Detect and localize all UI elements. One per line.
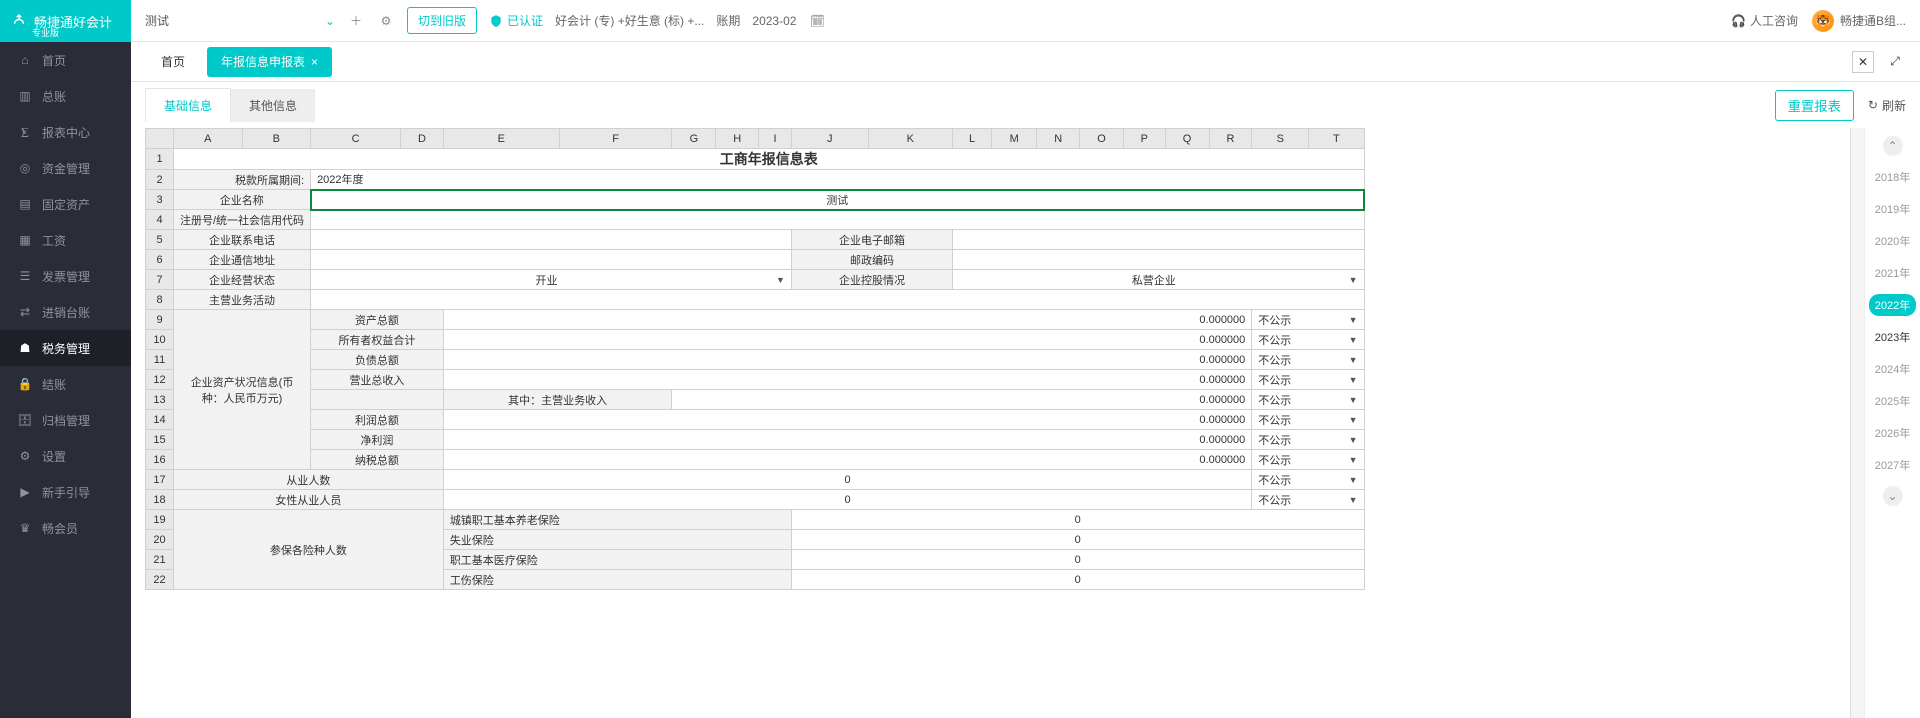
product-name: 好会计 (专) +好生意 (标) +... — [555, 12, 704, 29]
home-icon: ⌂ — [18, 53, 32, 67]
spreadsheet[interactable]: A B C DE FG HI JK LM NO PQ RS T 1工商年报信息表 — [131, 128, 1850, 718]
assets-icon: ▤ — [18, 197, 32, 211]
year-2027[interactable]: 2027年 — [1869, 454, 1916, 476]
inventory-icon: ⇄ — [18, 305, 32, 319]
chevron-down-icon: ▼ — [776, 275, 785, 285]
lock-icon: 🔒 — [18, 377, 32, 391]
page-tabs: 首页 年报信息申报表 × ✕ ⤢ — [131, 42, 1920, 82]
nav-reports[interactable]: ⨊报表中心 — [0, 114, 131, 150]
guide-icon: ▶ — [18, 485, 32, 499]
chart-icon: ⨊ — [18, 125, 32, 139]
switch-old-button[interactable]: 切到旧版 — [407, 7, 477, 34]
settings-top-icon[interactable]: ⚙ — [377, 12, 395, 30]
close-all-icon[interactable]: ✕ — [1852, 51, 1874, 73]
year-2025[interactable]: 2025年 — [1869, 390, 1916, 412]
company-selector[interactable]: 测试 ⌄ — [145, 12, 335, 29]
tax-icon: ☗ — [18, 341, 32, 355]
user-menu[interactable]: 🐯畅捷通B组... — [1812, 10, 1906, 32]
topbar: 测试 ⌄ ＋ ⚙ 切到旧版 已认证 好会计 (专) +好生意 (标) +... … — [131, 0, 1920, 42]
tab-home[interactable]: 首页 — [145, 53, 201, 70]
nav-guide[interactable]: ▶新手引导 — [0, 474, 131, 510]
nav-archive[interactable]: 🗄归档管理 — [0, 402, 131, 438]
year-up-icon[interactable]: ⌃ — [1883, 136, 1903, 156]
nav-member[interactable]: ♛畅会员 — [0, 510, 131, 546]
calendar-icon[interactable]: 🗓 — [808, 12, 826, 30]
fullscreen-icon[interactable]: ⤢ — [1884, 51, 1906, 73]
period-value[interactable]: 2023-02 — [752, 14, 796, 28]
sidebar: 畅捷通好会计 专业版 ⌂首页 ▥总账 ⨊报表中心 ◎资金管理 ▤固定资产 ▦工资… — [0, 0, 131, 718]
subtab-basic[interactable]: 基础信息 — [145, 88, 231, 122]
year-2020[interactable]: 2020年 — [1869, 230, 1916, 252]
vertical-scrollbar[interactable] — [1850, 128, 1864, 718]
year-2023[interactable]: 2023年 — [1869, 326, 1916, 348]
year-selector: ⌃ 2018年 2019年 2020年 2021年 2022年 2023年 20… — [1864, 128, 1920, 718]
close-tab-icon[interactable]: × — [311, 55, 318, 69]
nav-close[interactable]: 🔒结账 — [0, 366, 131, 402]
chevron-down-icon: ⌄ — [325, 14, 335, 28]
pub-dropdown[interactable]: 不公示▼ — [1252, 310, 1364, 330]
nav-tax[interactable]: ☗税务管理 — [0, 330, 131, 366]
sheet-title: 工商年报信息表 — [174, 149, 1365, 170]
nav-ledger[interactable]: ▥总账 — [0, 78, 131, 114]
sub-tabs: 基础信息 其他信息 重置报表 ↻刷新 — [131, 82, 1920, 128]
nav-funds[interactable]: ◎资金管理 — [0, 150, 131, 186]
support-link[interactable]: 🎧人工咨询 — [1731, 12, 1798, 29]
nav-inventory[interactable]: ⇄进销台账 — [0, 294, 131, 330]
nav-home[interactable]: ⌂首页 — [0, 42, 131, 78]
period-label: 账期 — [716, 12, 740, 29]
ledger-icon: ▥ — [18, 89, 32, 103]
company-name-cell[interactable]: 测试 — [311, 190, 1364, 210]
subtab-other[interactable]: 其他信息 — [231, 89, 315, 122]
nav-settings[interactable]: ⚙设置 — [0, 438, 131, 474]
year-down-icon[interactable]: ⌄ — [1883, 486, 1903, 506]
avatar-icon: 🐯 — [1812, 10, 1834, 32]
invoice-icon: ☰ — [18, 269, 32, 283]
year-2026[interactable]: 2026年 — [1869, 422, 1916, 444]
add-icon[interactable]: ＋ — [347, 12, 365, 30]
chevron-down-icon: ▼ — [1349, 275, 1358, 285]
gear-icon: ⚙ — [18, 449, 32, 463]
refresh-button[interactable]: ↻刷新 — [1868, 97, 1906, 114]
holding-dropdown[interactable]: 私营企业▼ — [953, 270, 1364, 290]
year-2018[interactable]: 2018年 — [1869, 166, 1916, 188]
nav-salary[interactable]: ▦工资 — [0, 222, 131, 258]
year-2024[interactable]: 2024年 — [1869, 358, 1916, 380]
year-2022[interactable]: 2022年 — [1869, 294, 1916, 316]
refresh-icon: ↻ — [1868, 98, 1878, 112]
reset-button[interactable]: 重置报表 — [1775, 90, 1854, 121]
status-dropdown[interactable]: 开业▼ — [311, 270, 792, 290]
salary-icon: ▦ — [18, 233, 32, 247]
nav-assets[interactable]: ▤固定资产 — [0, 186, 131, 222]
funds-icon: ◎ — [18, 161, 32, 175]
headset-icon: 🎧 — [1731, 14, 1746, 28]
member-icon: ♛ — [18, 521, 32, 535]
tab-annual-report[interactable]: 年报信息申报表 × — [207, 47, 332, 77]
brand-logo: 畅捷通好会计 专业版 — [0, 0, 131, 42]
verified-badge: 已认证 — [489, 12, 543, 29]
nav-invoice[interactable]: ☰发票管理 — [0, 258, 131, 294]
year-2019[interactable]: 2019年 — [1869, 198, 1916, 220]
year-2021[interactable]: 2021年 — [1869, 262, 1916, 284]
archive-icon: 🗄 — [18, 413, 32, 427]
